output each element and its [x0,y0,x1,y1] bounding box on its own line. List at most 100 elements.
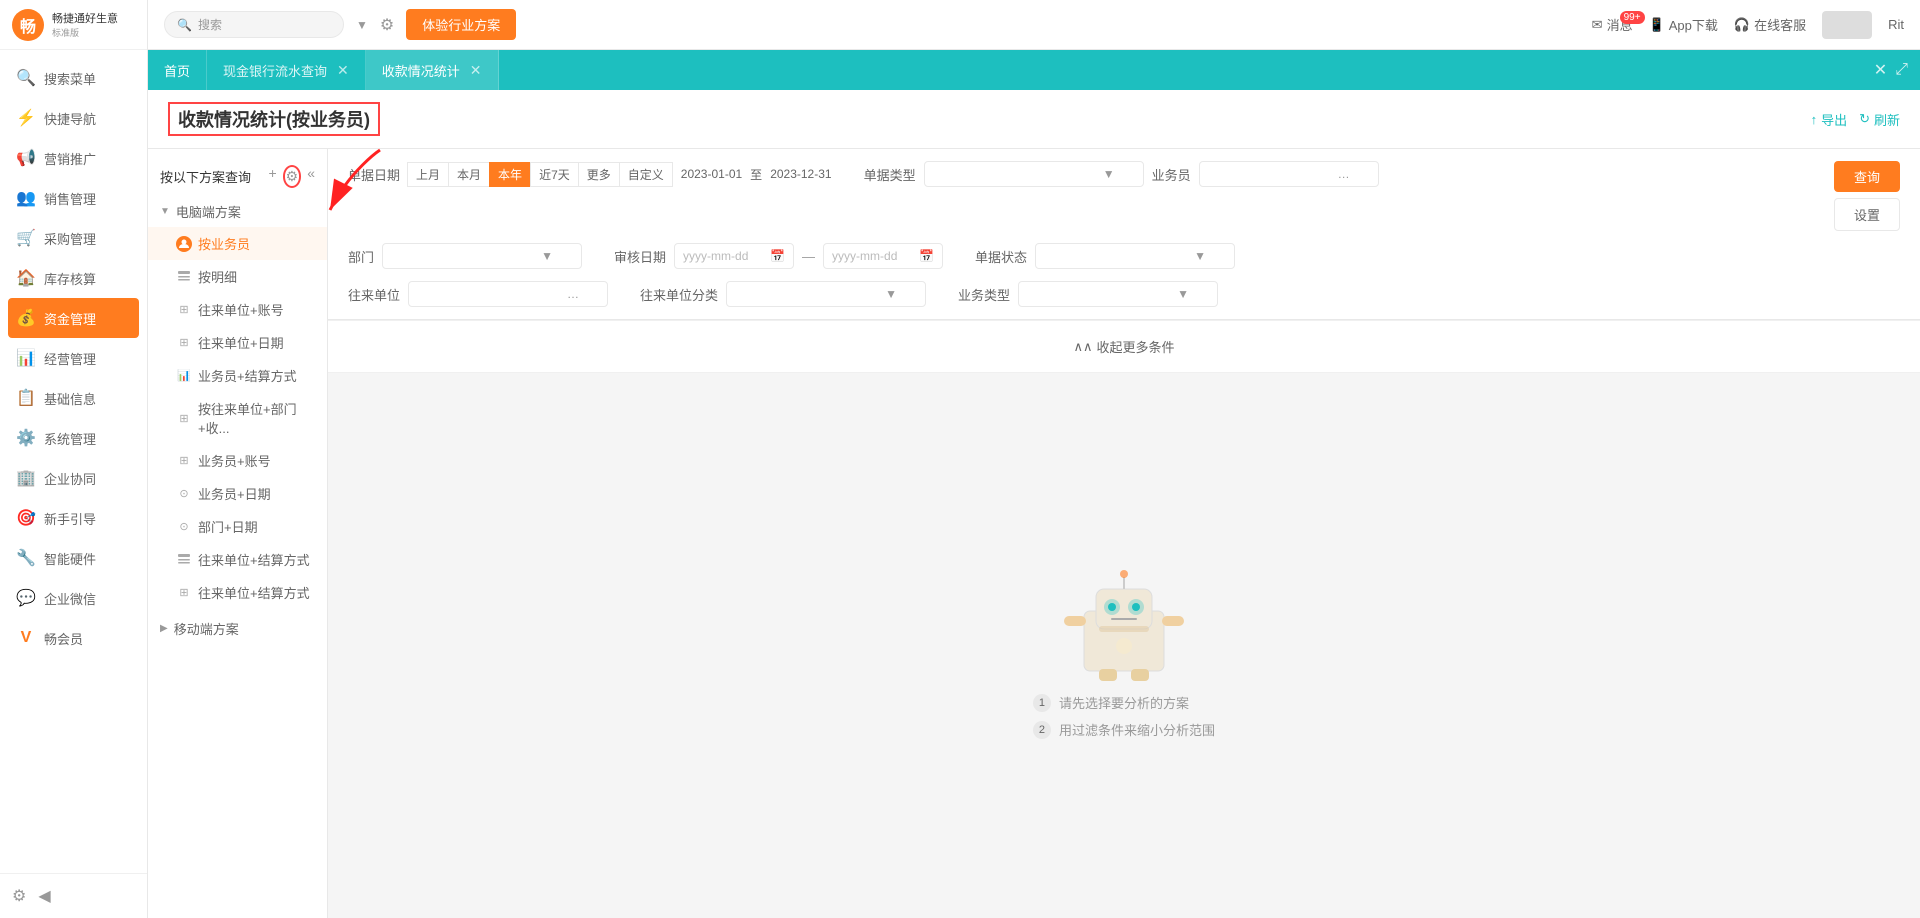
collapse-bar: ∧∧ 收起更多条件 [328,320,1920,373]
scheme-item-by-salesman-account[interactable]: ⊞ 业务员+账号 [148,444,327,477]
scheme-item-by-detail[interactable]: 按明细 [148,260,327,293]
sidebar-item-wechat[interactable]: 💬 企业微信 [0,578,147,618]
dept-label: 部门 [348,247,374,266]
app-download-button[interactable]: 📱 App下载 [1649,15,1718,34]
sidebar-item-quick-nav[interactable]: ⚡ 快捷导航 [0,98,147,138]
header-search[interactable]: 🔍 搜索 [164,11,344,38]
tab-collection-stats-close-icon[interactable]: ✕ [470,62,482,79]
tab-close-all-icon[interactable]: ✕ [1874,60,1887,80]
sidebar-item-operation[interactable]: 📊 经营管理 [0,338,147,378]
scheme-group-mobile-title[interactable]: ▶ 移动端方案 [148,613,327,644]
tab-bank-flow-close-icon[interactable]: ✕ [337,62,349,79]
doc-status-select[interactable]: ▼ [1035,243,1235,269]
unit-dept-scheme-icon: ⊞ [176,410,192,426]
doc-status-label: 单据状态 [975,247,1027,266]
user-avatar-area[interactable] [1822,11,1872,39]
scheme-item-by-unit-dept[interactable]: ⊞ 按往来单位+部门+收... [148,392,327,444]
calendar-end-icon[interactable]: 📅 [919,249,934,263]
logo-icon: 畅 [12,9,44,41]
scheme-item-by-salesman-date[interactable]: ⊙ 业务员+日期 [148,477,327,510]
settings-button[interactable]: 设置 [1834,198,1900,231]
panel-collapse-icon[interactable]: « [307,165,315,188]
sidebar-item-enterprise[interactable]: 🏢 企业协同 [0,458,147,498]
tab-home[interactable]: 首页 [148,50,207,90]
member-icon: V [16,628,36,648]
message-button[interactable]: ✉ 99+ 消息 [1592,15,1633,34]
scheme-item-by-unit-account[interactable]: ⊞ 往来单位+账号 [148,293,327,326]
page-title: 收款情况统计(按业务员) [168,102,380,136]
date-tab-this-month[interactable]: 本月 [448,162,490,187]
refresh-label: 刷新 [1874,110,1900,129]
sidebar-item-system[interactable]: ⚙️ 系统管理 [0,418,147,458]
scheme-item-by-unit-settle1[interactable]: 往来单位+结算方式 [148,543,327,576]
logo-area: 畅 畅捷通好生意 标准版 [0,0,147,50]
scheme-item-by-salesman[interactable]: 按业务员 [148,227,327,260]
sidebar-item-search[interactable]: 🔍 搜索菜单 [0,58,147,98]
review-date-start-input[interactable]: yyyy-mm-dd 📅 [674,243,794,269]
collapse-sidebar-icon[interactable]: ◀ [38,886,50,906]
query-button[interactable]: 查询 [1834,161,1900,192]
app-icon: 📱 [1649,17,1665,33]
dept-select[interactable]: ▼ [382,243,582,269]
sidebar-item-finance[interactable]: 💰 资金管理 [8,298,139,338]
tab-bank-flow[interactable]: 现金银行流水查询 ✕ [207,50,366,90]
desktop-group-arrow-icon: ▼ [160,206,170,217]
page-header: 收款情况统计(按业务员) ↑ 导出 ↻ 刷新 [148,90,1920,149]
date-tab-more[interactable]: 更多 [578,162,620,187]
review-date-start-text: yyyy-mm-dd [683,249,748,263]
partner-more-icon[interactable]: … [567,287,579,301]
sidebar-item-base[interactable]: 📋 基础信息 [0,378,147,418]
panel-add-icon[interactable]: + [268,165,276,188]
system-icon: ⚙️ [16,428,36,448]
header-gear-icon[interactable]: ⚙ [380,15,394,35]
scheme-item-by-unit-date[interactable]: ⊞ 往来单位+日期 [148,326,327,359]
export-button[interactable]: ↑ 导出 [1811,110,1848,129]
export-label: 导出 [1821,110,1847,129]
sidebar-item-purchase[interactable]: 🛒 采购管理 [0,218,147,258]
date-tab-this-year[interactable]: 本年 [489,162,531,187]
tab-bar-right: ✕ ⤢ [1862,50,1920,90]
sidebar-item-marketing[interactable]: 📢 营销推广 [0,138,147,178]
settings-bottom-icon[interactable]: ⚙ [12,886,26,906]
sidebar-item-inventory[interactable]: 🏠 库存核算 [0,258,147,298]
biz-type-select[interactable]: ▼ [1018,281,1218,307]
marketing-icon: 📢 [16,148,36,168]
sidebar-item-sales[interactable]: 👥 销售管理 [0,178,147,218]
panel-header: 按以下方案查询 + ⚙ « [148,157,327,196]
partner-category-select[interactable]: ▼ [726,281,926,307]
refresh-button[interactable]: ↻ 刷新 [1859,110,1900,129]
doc-type-select[interactable]: ▼ [924,161,1144,187]
desktop-group-label: 电脑端方案 [176,202,241,221]
date-tab-custom[interactable]: 自定义 [619,162,673,187]
sales-icon: 👥 [16,188,36,208]
collapse-button[interactable]: ∧∧ 收起更多条件 [1065,329,1182,364]
sidebar-item-guide[interactable]: 🎯 新手引导 [0,498,147,538]
date-tab-last-7-days[interactable]: 近7天 [530,162,579,187]
calendar-start-icon[interactable]: 📅 [770,249,785,263]
scheme-item-by-unit-settle2[interactable]: ⊞ 往来单位+结算方式 [148,576,327,609]
tab-expand-icon[interactable]: ⤢ [1895,61,1908,79]
review-date-end-input[interactable]: yyyy-mm-dd 📅 [823,243,943,269]
header: 🔍 搜索 ▼ ⚙ 体验行业方案 ✉ 99+ 消息 📱 App下载 🎧 在线客服 … [148,0,1920,50]
scheme-item-by-salesman-settle[interactable]: 📊 业务员+结算方式 [148,359,327,392]
service-button[interactable]: 🎧 在线客服 [1734,15,1806,34]
sidebar-label-enterprise: 企业协同 [44,469,96,488]
partner-select[interactable]: … [408,281,608,307]
scheme-group-desktop-title[interactable]: ▼ 电脑端方案 [148,196,327,227]
refresh-icon: ↻ [1859,111,1870,127]
sidebar-item-member[interactable]: V 畅会员 [0,618,147,658]
panel-settings-icon[interactable]: ⚙ [283,165,302,188]
doc-type-arrow-icon: ▼ [1103,167,1115,181]
tab-collection-stats[interactable]: 收款情况统计 ✕ [366,50,499,90]
salesman-select[interactable]: … [1199,161,1379,187]
header-search-icon: 🔍 [177,18,192,32]
sidebar-item-hardware[interactable]: 🔧 智能硬件 [0,538,147,578]
unit-settle2-scheme-icon: ⊞ [176,585,192,601]
sidebar-label-operation: 经营管理 [44,349,96,368]
header-chevron-icon[interactable]: ▼ [356,18,368,32]
trial-button[interactable]: 体验行业方案 [406,9,516,40]
date-tab-last-month[interactable]: 上月 [407,162,449,187]
scheme-item-by-salesman-account-label: 业务员+账号 [198,451,271,470]
empty-state: 1 请先选择要分析的方案 2 用过滤条件来缩小分析范围 [328,373,1920,918]
scheme-item-by-dept-date[interactable]: ⊙ 部门+日期 [148,510,327,543]
